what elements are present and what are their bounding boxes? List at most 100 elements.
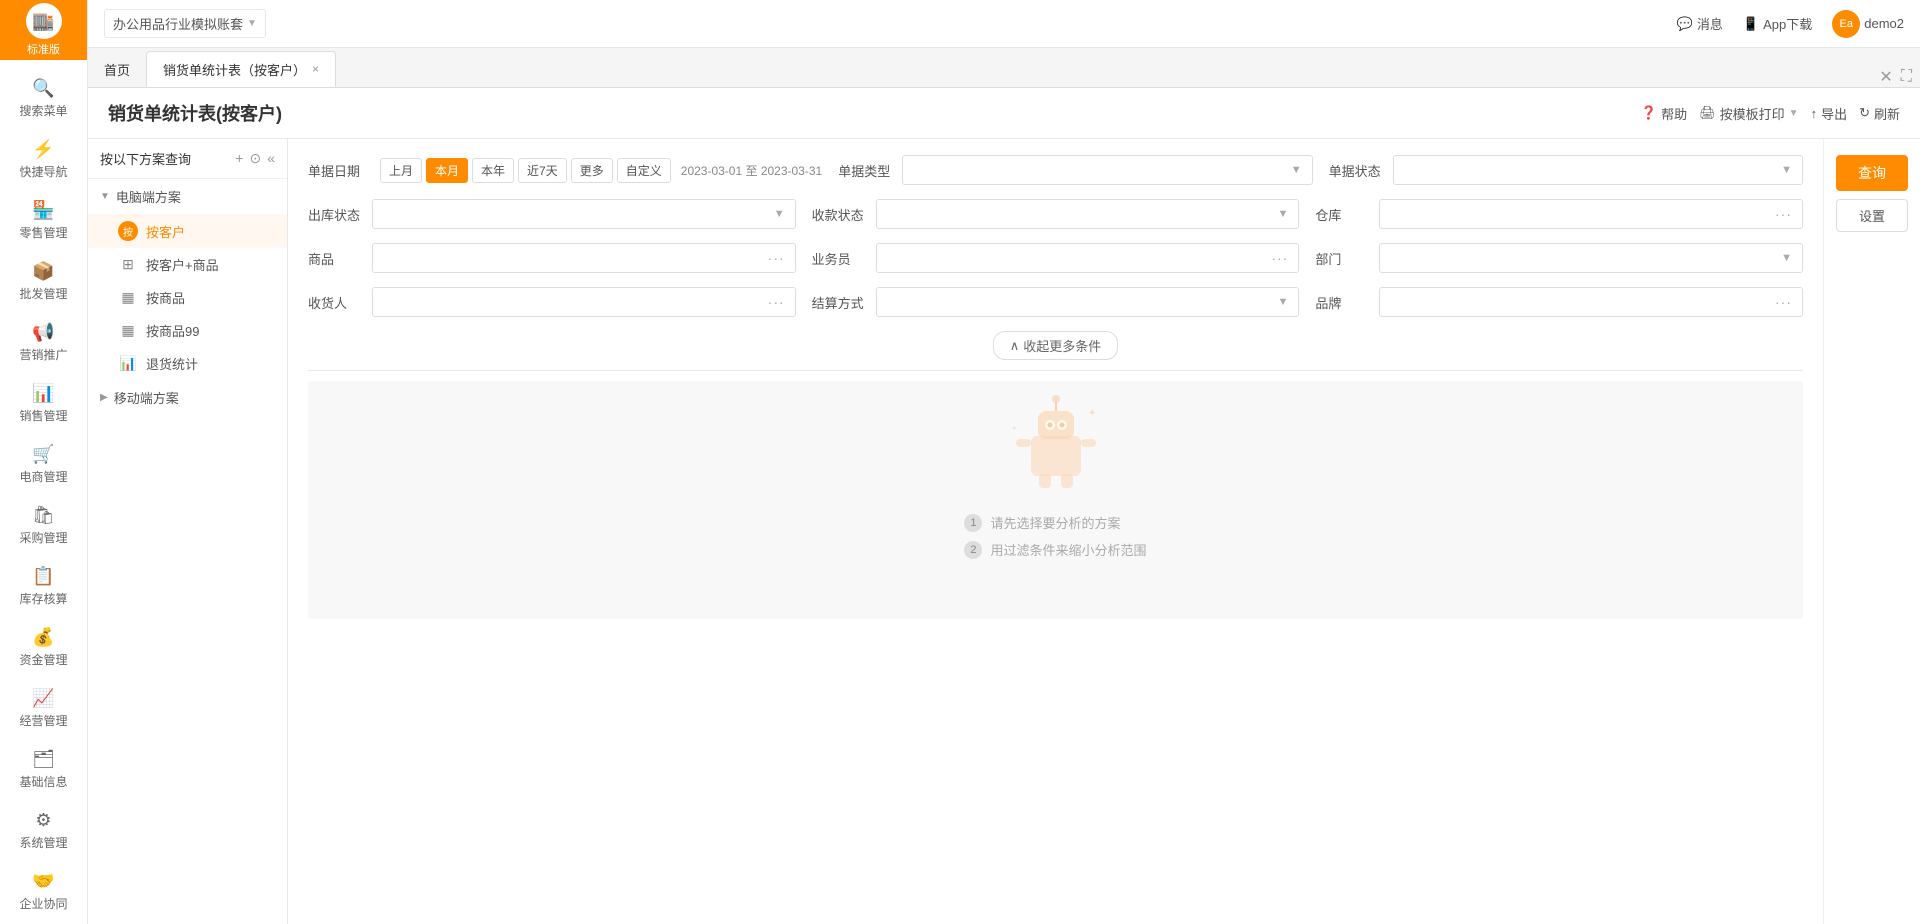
quicknav-icon: ⚡ [32, 139, 54, 160]
company-selector[interactable]: 办公用品行业模拟账套 ▼ [104, 9, 266, 38]
out-status-select[interactable]: ▼ [372, 199, 796, 229]
export-btn[interactable]: ↑ 导出 [1811, 104, 1848, 123]
purchase-icon: 🛍 [32, 505, 55, 526]
tab-home[interactable]: 首页 [88, 51, 146, 87]
tip-text-1: 请先选择要分析的方案 [990, 513, 1120, 532]
tab-close-icon[interactable]: × [312, 62, 319, 76]
scheme-table-icon: ▦ [118, 289, 138, 306]
date-range-display: 2023-03-01 至 2023-03-31 [681, 162, 822, 179]
order-status-select[interactable]: ▼ [1393, 155, 1803, 185]
sidebar-item-search[interactable]: 🔍 搜索菜单 [0, 68, 87, 129]
sidebar-item-finance[interactable]: 💰 资金管理 [0, 617, 87, 678]
chevron-down-icon2: ▼ [1781, 164, 1792, 176]
sidebar-item-ecommerce[interactable]: 🛒 电商管理 [0, 434, 87, 495]
sidebar-item-purchase[interactable]: 🛍 采购管理 [0, 495, 87, 556]
sidebar-item-operations[interactable]: 📈 经营管理 [0, 678, 87, 739]
scheme-bar-icon: ⊞ [118, 256, 138, 273]
collapse-filter-btn[interactable]: ∧ 收起更多条件 [993, 331, 1119, 360]
scheme-avatar-icon: 按 [118, 221, 138, 241]
tab-sales-stats[interactable]: 销货单统计表（按客户） × [146, 51, 336, 87]
sidebar-item-basicinfo[interactable]: 🗂 基础信息 [0, 739, 87, 800]
brand-select[interactable]: ··· [1379, 287, 1803, 317]
chevron-down-icon3: ▼ [774, 208, 785, 220]
fullscreen-icon[interactable]: ⛶ [1901, 68, 1912, 86]
receipt-status-label: 收款状态 [812, 205, 868, 224]
consignee-more-icon: ··· [768, 294, 785, 310]
scheme-item-by-customer[interactable]: 按 按客户 [88, 214, 287, 248]
sidebar-item-retail[interactable]: 🏪 零售管理 [0, 190, 87, 251]
export-icon: ↑ [1811, 106, 1818, 121]
brand-more-icon: ··· [1775, 294, 1792, 310]
edit-scheme-icon[interactable]: ⊙ [249, 150, 261, 167]
salesperson-select[interactable]: ··· [876, 243, 1300, 273]
scheme-header: 按以下方案查询 + ⊙ « [88, 139, 287, 179]
consignee-label: 收货人 [308, 293, 364, 312]
sidebar-item-wholesale[interactable]: 📦 批发管理 [0, 251, 87, 312]
scheme-title: 按以下方案查询 [100, 149, 191, 168]
sidebar-item-label: 系统管理 [19, 834, 67, 851]
scheme-item-by-goods[interactable]: ▦ 按商品 [88, 281, 287, 314]
print-btn[interactable]: 🖨 按模板打印 ▼ [1699, 104, 1798, 123]
print-label: 按模板打印 [1720, 104, 1785, 123]
refresh-btn[interactable]: ↻ 刷新 [1859, 104, 1900, 123]
date-btn-this-month[interactable]: 本月 [426, 158, 468, 183]
sales-icon: 📊 [32, 383, 54, 404]
scheme-item-customer-goods[interactable]: ⊞ 按客户+商品 [88, 248, 287, 281]
date-btn-7days[interactable]: 近7天 [518, 158, 567, 183]
scheme-item-by-goods-99[interactable]: ▦ 按商品99 [88, 314, 287, 347]
chevron-down-icon5: ▼ [1781, 252, 1792, 264]
collapse-scheme-icon[interactable]: « [267, 150, 275, 167]
logo-label: 标准版 [27, 41, 60, 57]
query-button[interactable]: 查询 [1836, 155, 1908, 191]
date-btn-this-year[interactable]: 本年 [472, 158, 514, 183]
consignee-select[interactable]: ··· [372, 287, 796, 317]
sidebar-item-label: 快捷导航 [19, 163, 67, 180]
export-label: 导出 [1821, 104, 1847, 123]
date-btn-custom[interactable]: 自定义 [617, 158, 671, 183]
brand-label: 品牌 [1315, 293, 1371, 312]
sidebar-item-sales[interactable]: 📊 销售管理 [0, 373, 87, 434]
sidebar-item-system[interactable]: ⚙ 系统管理 [0, 800, 87, 861]
topbar-right: 💬 消息 📱 App下载 Ea demo2 [1677, 10, 1904, 38]
app-download-btn[interactable]: 📱 App下载 [1743, 14, 1812, 33]
sidebar-item-label: 搜索菜单 [19, 102, 67, 119]
scheme-item-return-stats[interactable]: 📊 退货统计 [88, 347, 287, 380]
order-type-select[interactable]: ▼ [902, 155, 1312, 185]
empty-state: ✦ ✦ 1 请先选择要分析的方案 2 用过滤条件来缩小分析范围 [308, 381, 1803, 619]
sidebar-item-inventory[interactable]: 📋 库存核算 [0, 556, 87, 617]
page-content: 销货单统计表(按客户) ❓ 帮助 🖨 按模板打印 ▼ ↑ 导出 ↻ 刷新 [88, 88, 1920, 924]
empty-tip-1: 1 请先选择要分析的方案 [964, 513, 1146, 532]
tab-sales-stats-label: 销货单统计表（按客户） [163, 60, 306, 79]
goods-more-icon: ··· [768, 250, 785, 266]
date-buttons: 上月 本月 本年 近7天 更多 自定义 2023-03-01 至 2023-03… [380, 158, 822, 183]
department-select[interactable]: ▼ [1379, 243, 1803, 273]
mobile-group-header[interactable]: ▶ 移动端方案 [88, 380, 287, 415]
user-profile[interactable]: Ea demo2 [1832, 10, 1904, 38]
sidebar-item-collab[interactable]: 🤝 企业协同 [0, 861, 87, 922]
desktop-group-label: 电脑端方案 [116, 187, 181, 206]
settings-button[interactable]: 设置 [1836, 199, 1908, 232]
sidebar-item-marketing[interactable]: 📢 营销推广 [0, 312, 87, 373]
scheme-item-label: 按商品99 [146, 321, 199, 340]
date-btn-more[interactable]: 更多 [571, 158, 613, 183]
avatar: Ea [1832, 10, 1860, 38]
help-btn[interactable]: ❓ 帮助 [1641, 104, 1687, 123]
close-window-icon[interactable]: ✕ [1879, 67, 1892, 87]
add-scheme-icon[interactable]: + [235, 150, 243, 167]
out-status-label: 出库状态 [308, 205, 364, 224]
finance-icon: 💰 [32, 627, 54, 648]
date-btn-last-month[interactable]: 上月 [380, 158, 422, 183]
settlement-select[interactable]: ▼ [876, 287, 1300, 317]
mobile-group-label: 移动端方案 [114, 388, 179, 407]
sidebar-item-quicknav[interactable]: ⚡ 快捷导航 [0, 129, 87, 190]
desktop-group-header[interactable]: ▼ 电脑端方案 [88, 179, 287, 214]
receipt-status-select[interactable]: ▼ [876, 199, 1300, 229]
sidebar-item-label: 营销推广 [19, 346, 67, 363]
salesperson-label: 业务员 [812, 249, 868, 268]
sidebar-item-label: 采购管理 [19, 529, 67, 546]
message-btn[interactable]: 💬 消息 [1677, 14, 1723, 33]
goods-select[interactable]: ··· [372, 243, 796, 273]
warehouse-select[interactable]: ··· [1379, 199, 1803, 229]
app-logo: 🏬 标准版 [0, 0, 88, 60]
empty-illustration: ✦ ✦ [996, 381, 1116, 501]
